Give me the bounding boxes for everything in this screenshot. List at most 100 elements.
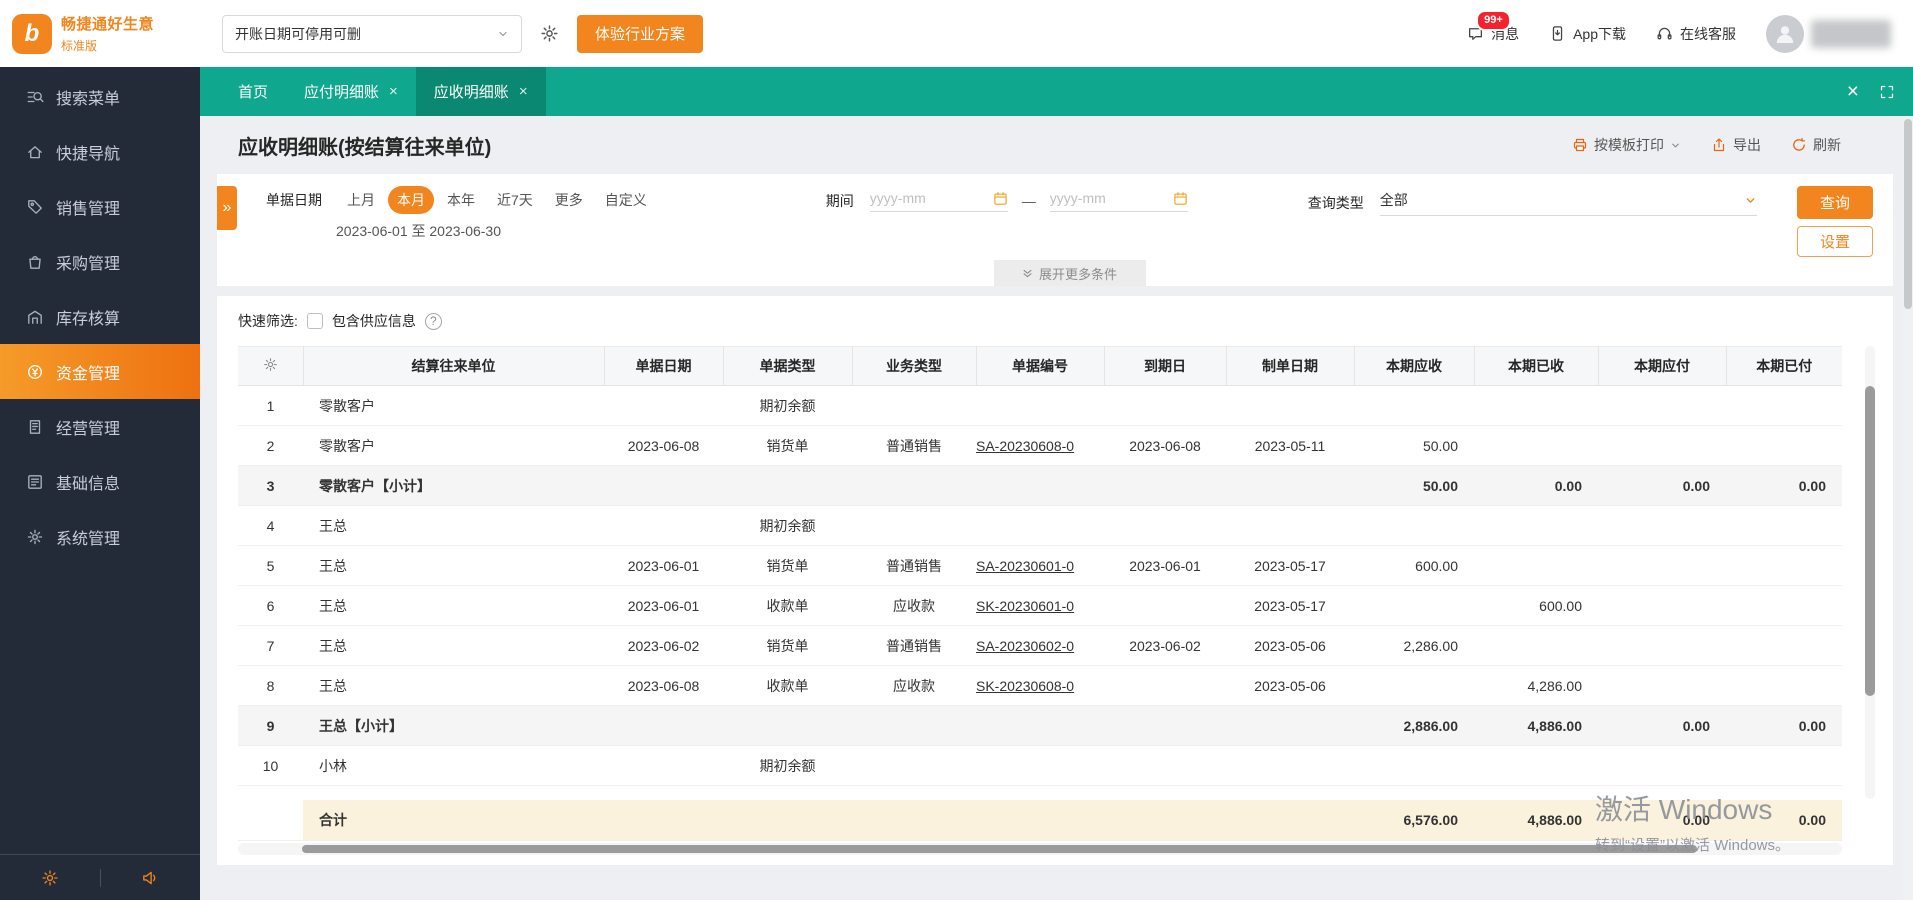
table-row[interactable]: 1 零散客户 期初余额 bbox=[238, 385, 1842, 426]
app-download-button[interactable]: App下载 bbox=[1549, 24, 1626, 44]
date-option-本年[interactable]: 本年 bbox=[438, 186, 484, 214]
column-settings-gear-icon[interactable] bbox=[238, 346, 304, 386]
search-button[interactable]: 查询 bbox=[1797, 186, 1873, 219]
tab-首页[interactable]: 首页 bbox=[220, 67, 286, 116]
cell bbox=[852, 505, 976, 546]
chevron-down-icon bbox=[1744, 194, 1757, 207]
messages-button[interactable]: 99+ 消息 bbox=[1467, 9, 1519, 44]
cell-unit: 零散客户 bbox=[303, 385, 604, 426]
export-button[interactable]: 导出 bbox=[1711, 135, 1761, 155]
cell-amount bbox=[1354, 585, 1474, 626]
trial-solution-button[interactable]: 体验行业方案 bbox=[577, 14, 704, 53]
cell-doc-no bbox=[976, 705, 1104, 746]
table-row[interactable]: 2 零散客户 2023-06-08 销货单 普通销售 SA-20230608-0 2023-… bbox=[238, 425, 1842, 466]
online-service-button[interactable]: 在线客服 bbox=[1656, 24, 1736, 44]
include-supplier-checkbox[interactable] bbox=[306, 313, 323, 329]
date-option-近7天[interactable]: 近7天 bbox=[488, 186, 542, 214]
page-scrollbar[interactable] bbox=[1903, 116, 1913, 900]
cell: 销货单 bbox=[723, 625, 852, 666]
announcement-horn-icon[interactable] bbox=[101, 869, 201, 887]
tab-应收明细账[interactable]: 应收明细账 × bbox=[415, 67, 546, 116]
cell-amount bbox=[1598, 585, 1726, 626]
page-scrollbar-thumb[interactable] bbox=[1904, 119, 1912, 309]
cell: 收款单 bbox=[723, 665, 852, 706]
tab-close-icon[interactable]: × bbox=[389, 84, 398, 99]
cell-amount bbox=[1474, 385, 1598, 426]
quick-filter-bar: 快速筛选: 包含供应信息 ? bbox=[238, 296, 1842, 346]
filter-row: 单据日期 上月 本月 本年 近7天 更多 自定义 2023-06-01 至 2023-06… bbox=[266, 186, 1873, 257]
sidebar-item-system[interactable]: 系统管理 bbox=[0, 509, 200, 564]
print-by-template-button[interactable]: 按模板打印 bbox=[1572, 135, 1681, 155]
cell-amount bbox=[1598, 425, 1726, 466]
cell-amount bbox=[1726, 545, 1842, 586]
cell-unit: 王总 bbox=[303, 665, 604, 706]
cell-amount: 2,886.00 bbox=[1354, 705, 1474, 746]
tab-应付明细账[interactable]: 应付明细账 × bbox=[286, 67, 416, 116]
table-row[interactable]: 4 王总 期初余额 bbox=[238, 505, 1842, 546]
cell bbox=[852, 385, 976, 426]
cell-amount bbox=[1354, 505, 1474, 546]
calendar-icon[interactable] bbox=[993, 191, 1008, 206]
table-row[interactable]: 5 王总 2023-06-01 销货单 普通销售 SA-20230601-0 2023-06… bbox=[238, 545, 1842, 586]
table-row[interactable]: 10 小林 期初余额 bbox=[238, 745, 1842, 786]
period-to-input[interactable] bbox=[1049, 190, 1188, 212]
cell: 期初余额 bbox=[723, 505, 852, 546]
date-option-上月[interactable]: 上月 bbox=[338, 186, 384, 214]
table-row[interactable]: 9 王总【小计】 2,886.00 4,886.00 0.00 0.00 bbox=[238, 705, 1842, 746]
period-to-field[interactable] bbox=[1049, 190, 1173, 206]
cell: 应收款 bbox=[852, 585, 976, 626]
gear-icon[interactable] bbox=[540, 24, 559, 43]
date-option-本月[interactable]: 本月 bbox=[388, 186, 434, 214]
doc-number-link[interactable]: SA-20230608-0 bbox=[976, 438, 1074, 454]
sidebar-item-inventory[interactable]: 库存核算 bbox=[0, 289, 200, 344]
expand-more-button[interactable]: 展开更多条件 bbox=[993, 260, 1146, 286]
cell-doc-no: SA-20230608-0 bbox=[976, 425, 1104, 466]
table-row[interactable]: 3 零散客户【小计】 50.00 0.00 0.00 0.00 bbox=[238, 465, 1842, 506]
doc-number-link[interactable]: SK-20230608-0 bbox=[976, 678, 1074, 694]
cell-amount: 4,286.00 bbox=[1474, 665, 1598, 706]
sidebar-item-label: 经营管理 bbox=[56, 420, 121, 438]
cell bbox=[1104, 665, 1226, 706]
sidebar-settings-gear-icon[interactable] bbox=[0, 869, 100, 887]
table-row[interactable]: 6 王总 2023-06-01 收款单 应收款 SK-20230601-0 2023-05-… bbox=[238, 585, 1842, 626]
doc-number-link[interactable]: SA-20230601-0 bbox=[976, 558, 1074, 574]
query-type-select[interactable]: 全部 bbox=[1379, 190, 1757, 216]
sidebar-item-basicinfo[interactable]: 基础信息 bbox=[0, 454, 200, 509]
period-from-input[interactable] bbox=[869, 190, 1008, 212]
sidebar-item-sales[interactable]: 销售管理 bbox=[0, 179, 200, 234]
calendar-icon[interactable] bbox=[1173, 191, 1188, 206]
date-option-自定义[interactable]: 自定义 bbox=[596, 186, 656, 214]
settings-button[interactable]: 设置 bbox=[1797, 226, 1873, 257]
help-question-icon[interactable]: ? bbox=[424, 312, 442, 330]
cell bbox=[852, 745, 976, 786]
doc-number-link[interactable]: SA-20230602-0 bbox=[976, 638, 1074, 654]
account-set-select[interactable]: 开账日期可停用可删 bbox=[222, 14, 522, 53]
funds-icon bbox=[26, 363, 44, 381]
tab-close-icon[interactable]: × bbox=[519, 84, 528, 99]
row-number: 1 bbox=[238, 385, 303, 426]
refresh-button[interactable]: 刷新 bbox=[1791, 135, 1841, 155]
sidebar-item-quick-nav[interactable]: 快捷导航 bbox=[0, 124, 200, 179]
doc-number-link[interactable]: SK-20230601-0 bbox=[976, 598, 1074, 614]
table-row[interactable]: 7 王总 2023-06-02 销货单 普通销售 SA-20230602-0 2023-06… bbox=[238, 625, 1842, 666]
sidebar-item-purchase[interactable]: 采购管理 bbox=[0, 234, 200, 289]
sidebar-item-funds[interactable]: 资金管理 bbox=[0, 344, 200, 399]
table-row[interactable]: 8 王总 2023-06-08 收款单 应收款 SK-20230608-0 2023-05-… bbox=[238, 665, 1842, 706]
user-account[interactable] bbox=[1766, 14, 1891, 53]
horizontal-scrollbar-thumb[interactable] bbox=[302, 844, 1698, 853]
cell-doc-no bbox=[976, 465, 1104, 506]
total-cell bbox=[852, 800, 976, 841]
sidebar-item-search-menu[interactable]: 搜索菜单 bbox=[0, 69, 200, 124]
table-scrollbar[interactable] bbox=[1865, 346, 1875, 799]
cell bbox=[604, 385, 723, 426]
horizontal-scrollbar[interactable] bbox=[238, 842, 1842, 855]
date-option-更多[interactable]: 更多 bbox=[546, 186, 592, 214]
avatar[interactable] bbox=[1766, 14, 1804, 53]
close-tab-icon[interactable]: × bbox=[1847, 81, 1859, 102]
table-scrollbar-thumb[interactable] bbox=[1865, 386, 1875, 696]
collapse-filter-button[interactable]: » bbox=[217, 186, 237, 230]
fullscreen-icon[interactable] bbox=[1879, 84, 1895, 100]
sidebar-item-business[interactable]: 经营管理 bbox=[0, 399, 200, 454]
period-from-field[interactable] bbox=[869, 190, 993, 206]
messages-badge: 99+ bbox=[1476, 9, 1511, 31]
